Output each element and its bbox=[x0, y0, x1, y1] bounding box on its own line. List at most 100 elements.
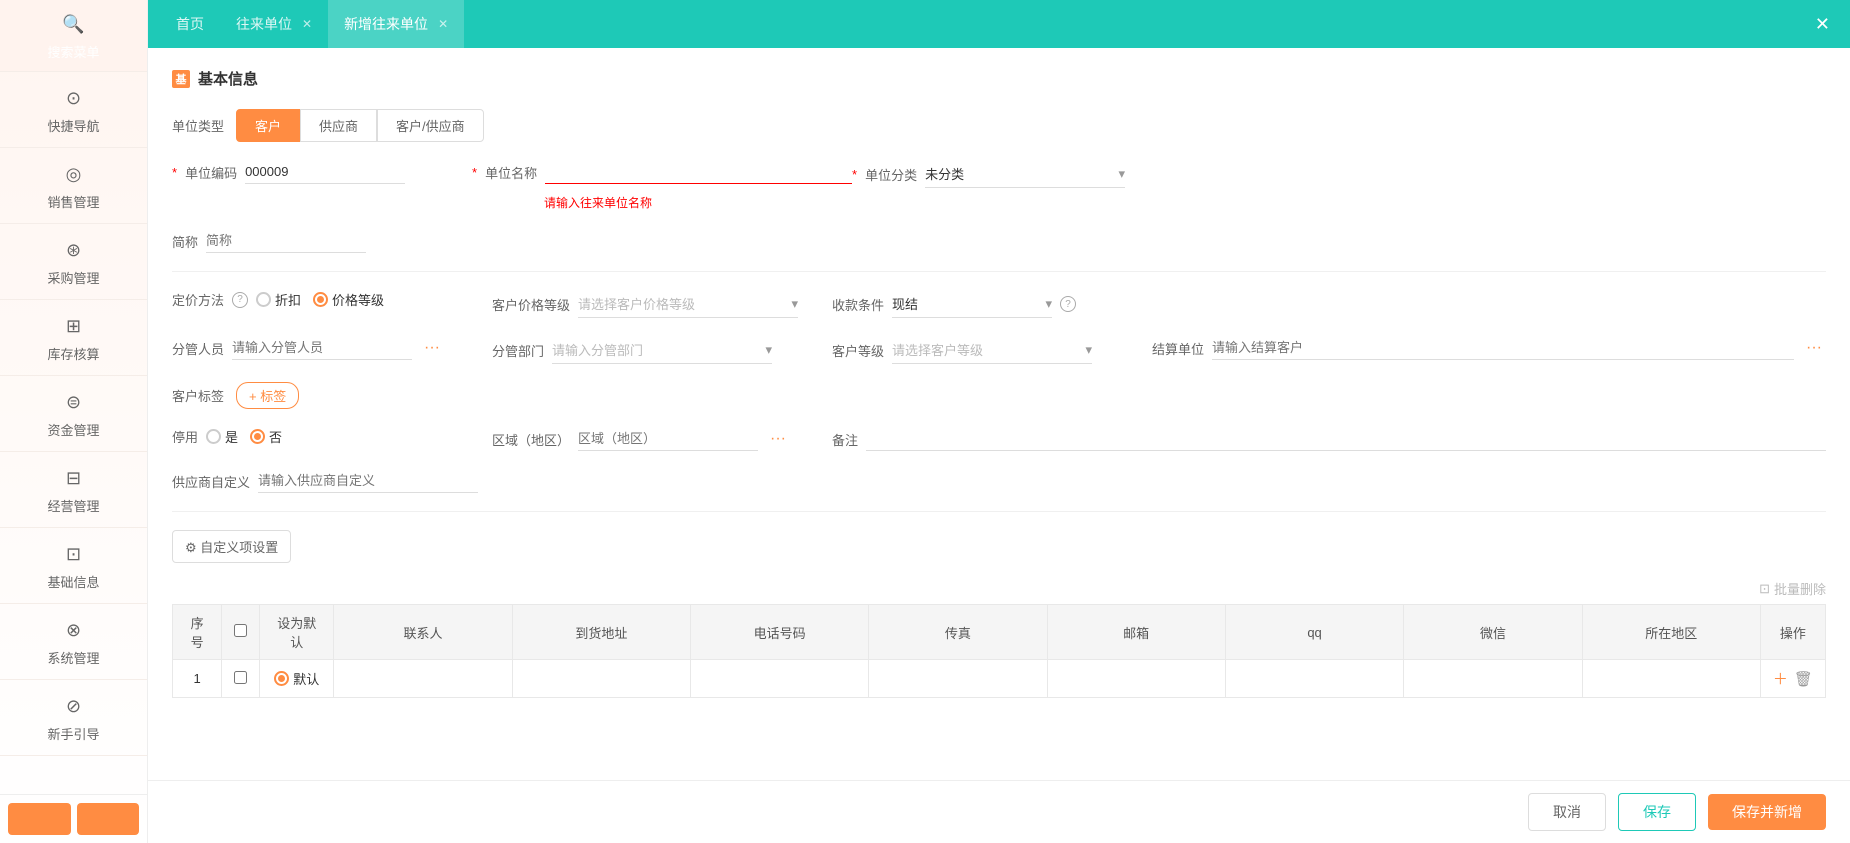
sidebar-item-purchase[interactable]: ⊛ 采购管理 bbox=[0, 224, 147, 300]
save-button[interactable]: 保存 bbox=[1618, 793, 1696, 831]
sidebar-item-finance[interactable]: ⊜ 资金管理 bbox=[0, 376, 147, 452]
row-phone-input[interactable] bbox=[703, 671, 856, 686]
pricing-method-label: 定价方法 bbox=[172, 290, 224, 309]
customer-price-level-label: 客户价格等级 bbox=[492, 295, 570, 314]
sidebar-item-inventory[interactable]: ⊞ 库存核算 bbox=[0, 300, 147, 376]
region-input[interactable] bbox=[578, 427, 758, 451]
sidebar-search-label: 搜索菜单 bbox=[47, 42, 99, 61]
unit-category-label: 单位分类 bbox=[865, 165, 917, 184]
region-label: 区域（地区） bbox=[492, 430, 570, 449]
section-basic-info-title: 基 基本信息 bbox=[172, 68, 1826, 89]
remark-input[interactable] bbox=[866, 427, 1826, 451]
batch-delete-label: 批量删除 bbox=[1774, 579, 1826, 598]
manager-more-icon[interactable]: ··· bbox=[420, 339, 444, 357]
customer-level-select[interactable]: 请选择客户等级 ▾ bbox=[892, 336, 1092, 364]
row-email[interactable] bbox=[1047, 660, 1225, 698]
row-wechat-input[interactable] bbox=[1416, 671, 1569, 686]
save-add-button[interactable]: 保存并新增 bbox=[1708, 794, 1826, 830]
customer-price-level-select[interactable]: 请选择客户价格等级 ▾ bbox=[578, 290, 798, 318]
sidebar-bottom-btn-2[interactable] bbox=[77, 803, 140, 835]
sidebar-bottom-btn-1[interactable] bbox=[8, 803, 71, 835]
payment-terms-help-icon[interactable]: ? bbox=[1060, 296, 1076, 312]
select-all-checkbox[interactable] bbox=[234, 624, 247, 637]
type-btn-supplier[interactable]: 供应商 bbox=[300, 109, 377, 142]
unit-name-input[interactable] bbox=[545, 160, 852, 184]
pricing-method-help-icon[interactable]: ? bbox=[232, 292, 248, 308]
row-action: ＋ 🗑 bbox=[1760, 660, 1825, 698]
row-default-radio-circle bbox=[274, 671, 289, 686]
manager-input[interactable] bbox=[232, 336, 412, 360]
custom-settings-button[interactable]: ⚙ 自定义项设置 bbox=[172, 530, 291, 563]
sidebar-item-sales[interactable]: ◎ 销售管理 bbox=[0, 148, 147, 224]
tab-new-counterparty[interactable]: 新增往来单位 ✕ bbox=[328, 0, 464, 48]
row-address[interactable] bbox=[512, 660, 690, 698]
col-qq: qq bbox=[1225, 605, 1403, 660]
sidebar-item-label: 库存核算 bbox=[47, 344, 99, 363]
unit-code-input[interactable] bbox=[245, 160, 405, 184]
region-more-icon[interactable]: ··· bbox=[766, 430, 790, 448]
cancel-button[interactable]: 取消 bbox=[1528, 793, 1606, 831]
type-btn-both[interactable]: 客户/供应商 bbox=[377, 109, 484, 142]
settlement-unit-more-icon[interactable]: ··· bbox=[1802, 339, 1826, 357]
row-address-input[interactable] bbox=[525, 671, 678, 686]
row-contact-input[interactable] bbox=[346, 671, 499, 686]
sidebar-item-system[interactable]: ⊗ 系统管理 bbox=[0, 604, 147, 680]
row-email-input[interactable] bbox=[1060, 671, 1213, 686]
pricing-radio-price-level[interactable]: 价格等级 bbox=[313, 290, 384, 309]
row-checkbox[interactable] bbox=[222, 660, 260, 698]
sidebar-item-operations[interactable]: ⊟ 经营管理 bbox=[0, 452, 147, 528]
row-add-icon[interactable]: ＋ bbox=[1773, 668, 1788, 689]
window-close-button[interactable]: ✕ bbox=[1807, 14, 1838, 35]
row-default-radio[interactable]: 默认 bbox=[272, 669, 321, 688]
tab-home[interactable]: 首页 bbox=[160, 0, 220, 48]
short-name-input[interactable] bbox=[206, 229, 366, 253]
tab-new-counterparty-close[interactable]: ✕ bbox=[438, 17, 448, 31]
payment-terms-select[interactable]: 现结 ▾ bbox=[892, 290, 1052, 318]
unit-code-label: 单位编码 bbox=[185, 163, 237, 182]
row-default[interactable]: 默认 bbox=[260, 660, 334, 698]
row-wechat[interactable] bbox=[1404, 660, 1582, 698]
batch-delete-button[interactable]: ⊡ 批量删除 bbox=[1759, 579, 1826, 598]
row-fax[interactable] bbox=[869, 660, 1047, 698]
basic-info-icon: ⊡ bbox=[60, 540, 88, 568]
disabled-radio-yes[interactable]: 是 bbox=[206, 427, 238, 446]
quick-nav-icon: ⊙ bbox=[60, 84, 88, 112]
department-chevron: ▾ bbox=[765, 342, 772, 358]
row-region-input[interactable] bbox=[1595, 671, 1748, 686]
tab-counterparty-close[interactable]: ✕ bbox=[302, 17, 312, 31]
add-tag-button[interactable]: + 标签 bbox=[236, 382, 299, 409]
department-select[interactable]: 请输入分管部门 ▾ bbox=[552, 336, 772, 364]
sidebar-item-newbie[interactable]: ⊘ 新手引导 bbox=[0, 680, 147, 756]
tab-new-counterparty-label: 新增往来单位 bbox=[344, 14, 428, 34]
sidebar-item-label: 销售管理 bbox=[47, 192, 99, 211]
pricing-radio-discount[interactable]: 折扣 bbox=[256, 290, 301, 309]
sidebar-item-basic-info[interactable]: ⊡ 基础信息 bbox=[0, 528, 147, 604]
sidebar-item-search[interactable]: 🔍 搜索菜单 bbox=[0, 0, 147, 72]
row-checkbox-input[interactable] bbox=[234, 671, 247, 684]
manager-label: 分管人员 bbox=[172, 339, 224, 358]
col-checkbox[interactable] bbox=[222, 605, 260, 660]
operations-icon: ⊟ bbox=[60, 464, 88, 492]
disabled-radio-no-circle bbox=[250, 429, 265, 444]
row-delete-icon[interactable]: 🗑 bbox=[1794, 670, 1813, 688]
supplier-custom-input[interactable] bbox=[258, 469, 478, 493]
disabled-radios: 是 否 bbox=[206, 427, 282, 446]
col-region: 所在地区 bbox=[1582, 605, 1760, 660]
disabled-radio-yes-label: 是 bbox=[225, 427, 238, 446]
settlement-unit-input[interactable] bbox=[1212, 336, 1794, 360]
row-phone[interactable] bbox=[690, 660, 868, 698]
payment-terms-label: 收款条件 bbox=[832, 295, 884, 314]
row-qq-input[interactable] bbox=[1238, 671, 1391, 686]
row-region[interactable] bbox=[1582, 660, 1760, 698]
row-fax-input[interactable] bbox=[881, 671, 1034, 686]
col-default: 设为默认 bbox=[260, 605, 334, 660]
tab-counterparty[interactable]: 往来单位 ✕ bbox=[220, 0, 328, 48]
sidebar-item-quick-nav[interactable]: ⊙ 快捷导航 bbox=[0, 72, 147, 148]
disabled-radio-no[interactable]: 否 bbox=[250, 427, 282, 446]
type-btn-customer[interactable]: 客户 bbox=[236, 109, 300, 142]
settlement-unit-label: 结算单位 bbox=[1152, 339, 1204, 358]
row-qq[interactable] bbox=[1225, 660, 1403, 698]
batch-delete-icon: ⊡ bbox=[1759, 581, 1770, 597]
row-contact[interactable] bbox=[334, 660, 512, 698]
unit-category-select[interactable]: 未分类 ▾ bbox=[925, 160, 1125, 188]
